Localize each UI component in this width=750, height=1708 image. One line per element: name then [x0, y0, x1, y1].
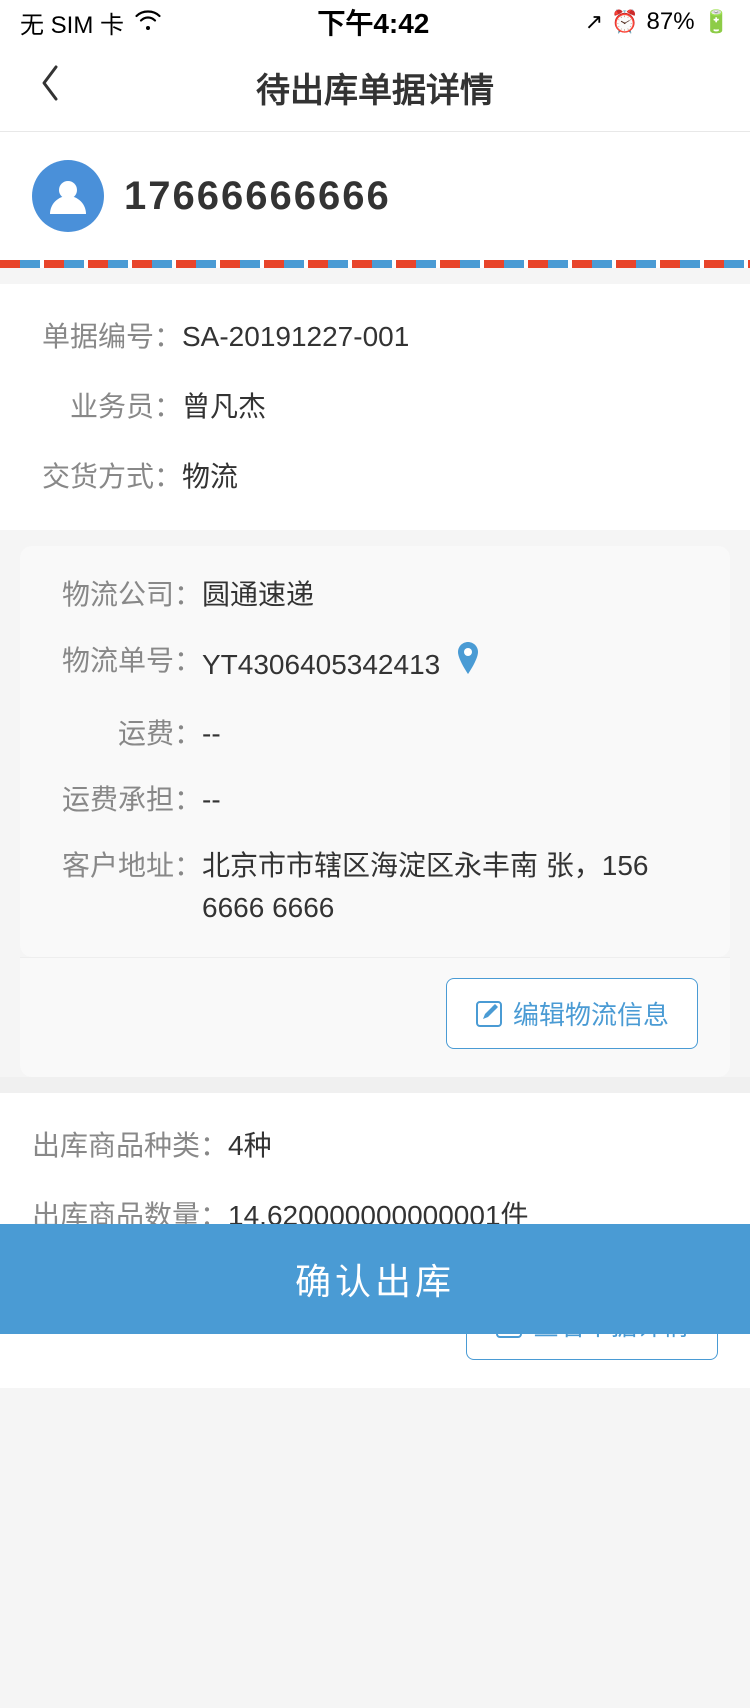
delivery-value: 物流 — [182, 456, 718, 498]
goods-type-value: 4种 — [228, 1125, 718, 1167]
map-pin-icon[interactable] — [452, 640, 484, 689]
customer-phone: 17666666666 — [124, 174, 391, 219]
alarm-icon: ⏰ — [611, 9, 638, 35]
location-status-icon: ↗ — [585, 9, 603, 35]
freight-bearer-label: 运费承担： — [52, 779, 202, 821]
delivery-label: 交货方式： — [32, 456, 182, 498]
status-time: 下午4:42 — [317, 2, 429, 42]
agent-label: 业务员： — [32, 386, 182, 428]
freight-value: -- — [202, 713, 698, 755]
order-id-label: 单据编号： — [32, 316, 182, 358]
back-button[interactable] — [28, 53, 72, 122]
battery-text: 87% — [647, 8, 695, 36]
edit-btn-container: 编辑物流信息 — [20, 957, 730, 1077]
content-area: 17666666666 单据编号： SA-20191227-001 业务员： 曾… — [0, 132, 750, 1708]
carrier-text: 无 SIM 卡 — [20, 5, 124, 40]
freight-row: 运费： -- — [52, 713, 698, 755]
status-right: ↗ ⏰ 87% 🔋 — [585, 8, 730, 36]
logistics-company-label: 物流公司： — [52, 574, 202, 616]
avatar — [32, 160, 104, 232]
edit-logistics-label: 编辑物流信息 — [513, 995, 669, 1032]
tracking-label: 物流单号： — [52, 640, 202, 682]
logistics-company-value: 圆通速递 — [202, 574, 698, 616]
status-bar: 无 SIM 卡 下午4:42 ↗ ⏰ 87% 🔋 — [0, 0, 750, 44]
delivery-row: 交货方式： 物流 — [32, 456, 718, 498]
goods-type-row: 出库商品种类： 4种 — [32, 1125, 718, 1167]
logistics-card: 物流公司： 圆通速递 物流单号： YT43064053424​13 运费： --… — [20, 546, 730, 957]
nav-bar: 待出库单据详情 — [0, 44, 750, 132]
status-left: 无 SIM 卡 — [20, 5, 162, 40]
section-separator — [0, 1077, 750, 1093]
goods-type-label: 出库商品种类： — [32, 1125, 228, 1167]
edit-logistics-button[interactable]: 编辑物流信息 — [446, 978, 698, 1049]
confirm-button-bar[interactable]: 确认出库 — [0, 1224, 750, 1334]
address-value: 北京市市辖区海淀区永丰南 张，156 6666 6666 — [202, 845, 698, 929]
page-title: 待出库单据详情 — [256, 63, 494, 112]
freight-label: 运费： — [52, 713, 202, 755]
logistics-company-row: 物流公司： 圆通速递 — [52, 574, 698, 616]
battery-icon: 🔋 — [703, 9, 730, 35]
agent-row: 业务员： 曾凡杰 — [32, 386, 718, 428]
confirm-button-label: 确认出库 — [295, 1253, 455, 1305]
dashed-divider — [0, 260, 750, 268]
order-id-row: 单据编号： SA-20191227-001 — [32, 316, 718, 358]
freight-bearer-row: 运费承担： -- — [52, 779, 698, 821]
order-info-section: 单据编号： SA-20191227-001 业务员： 曾凡杰 交货方式： 物流 — [0, 284, 750, 530]
tracking-value: YT43064053424​13 — [202, 640, 698, 689]
bottom-space — [0, 1388, 750, 1588]
tracking-row: 物流单号： YT43064053424​13 — [52, 640, 698, 689]
address-row: 客户地址： 北京市市辖区海淀区永丰南 张，156 6666 6666 — [52, 845, 698, 929]
address-label: 客户地址： — [52, 845, 202, 887]
freight-bearer-value: -- — [202, 779, 698, 821]
agent-value: 曾凡杰 — [182, 386, 718, 428]
wifi-icon — [134, 8, 162, 37]
customer-header: 17666666666 — [0, 132, 750, 260]
order-id-value: SA-20191227-001 — [182, 316, 718, 358]
